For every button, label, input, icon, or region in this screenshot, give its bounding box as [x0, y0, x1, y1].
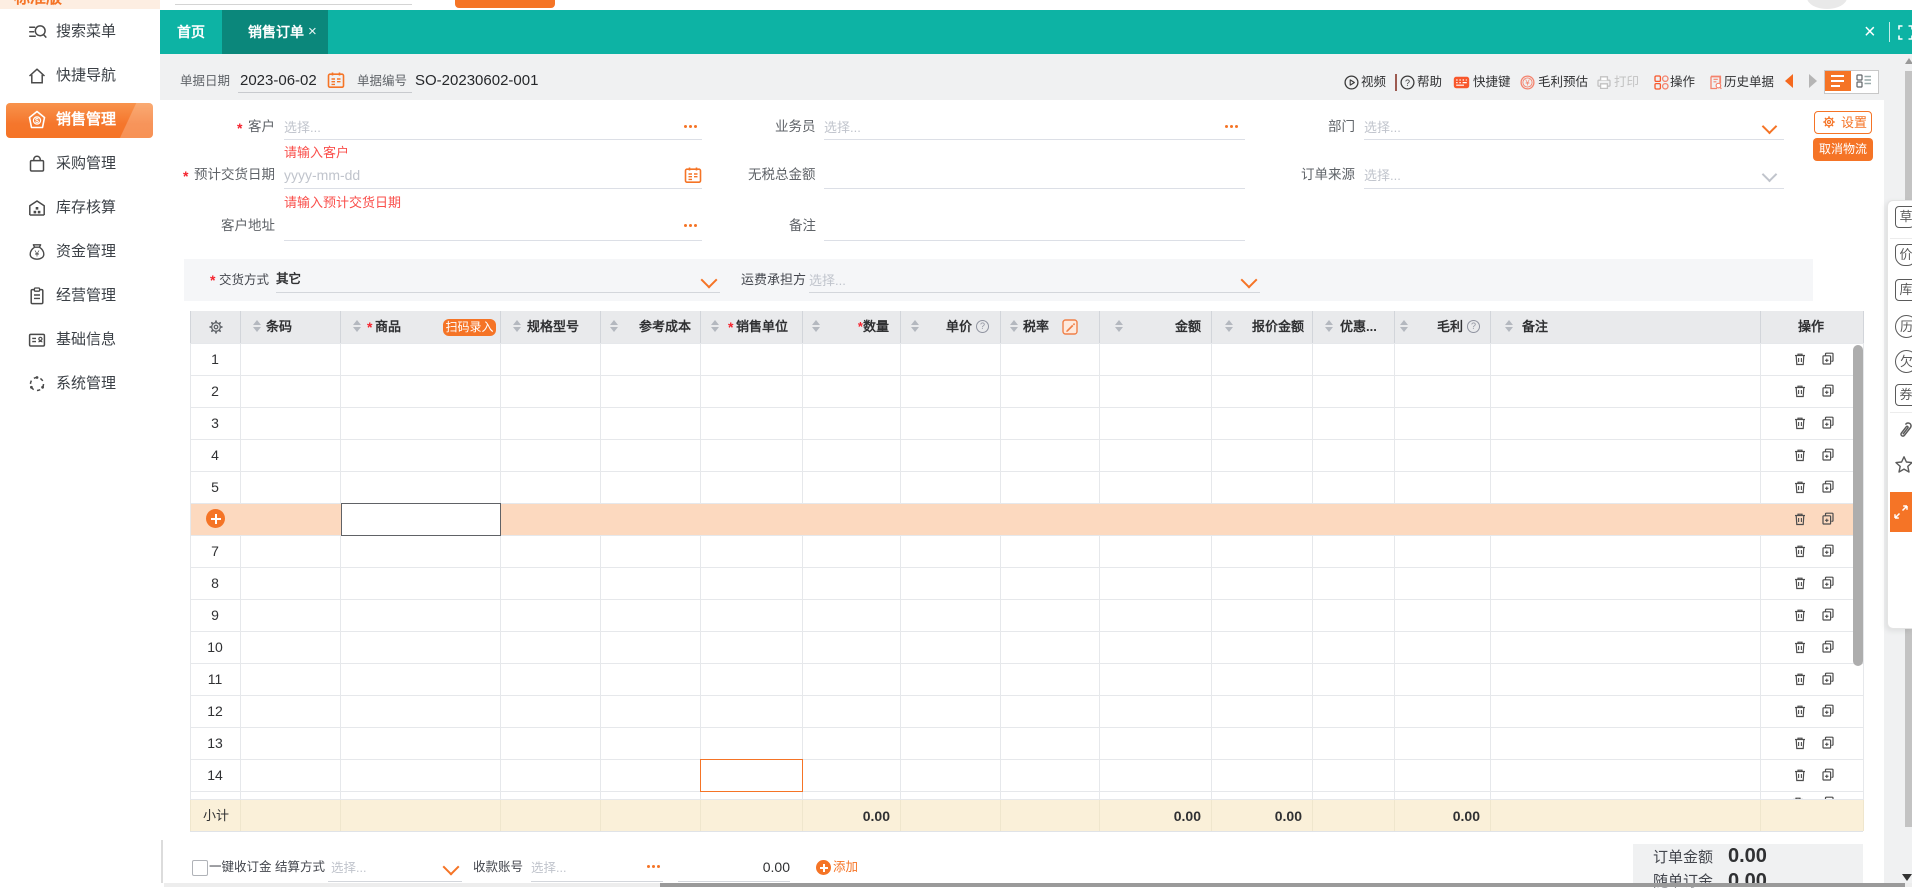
- svg-text:?: ?: [1405, 78, 1410, 88]
- svg-text:$: $: [35, 118, 39, 125]
- svg-text:¥: ¥: [34, 249, 40, 259]
- svg-text:¥: ¥: [1524, 78, 1530, 87]
